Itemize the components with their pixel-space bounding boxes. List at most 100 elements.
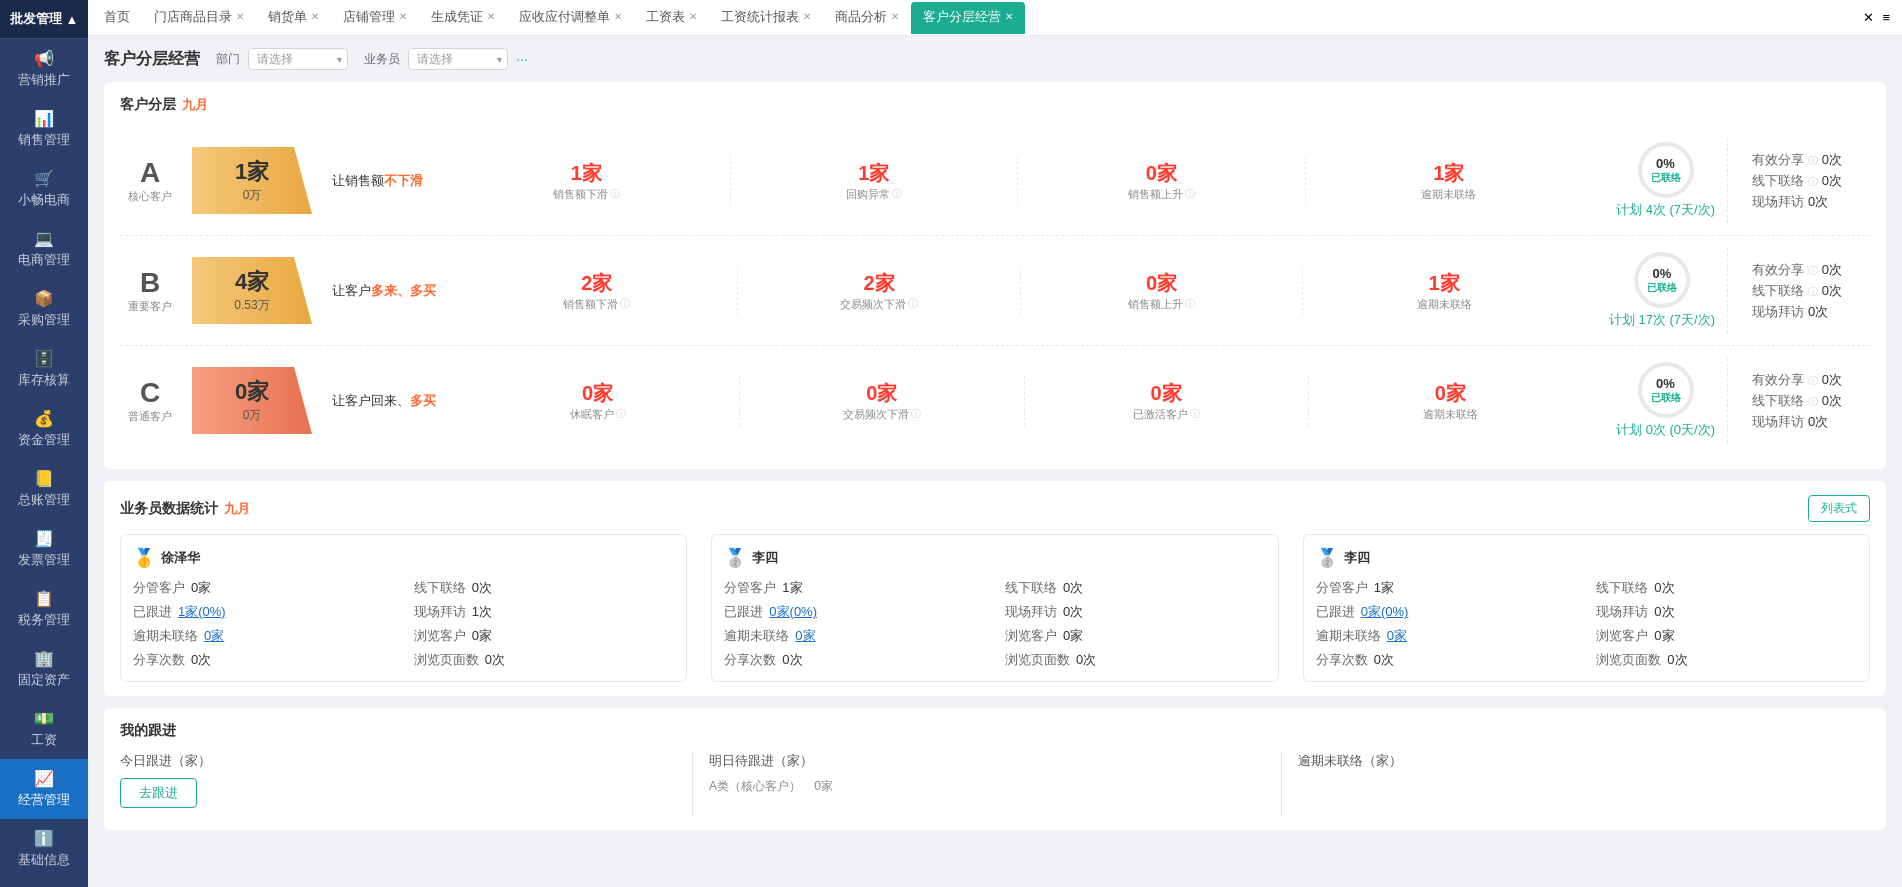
stat-count: 0家 [1146,270,1177,297]
tab-store-manage[interactable]: 店铺管理 ✕ [331,2,419,34]
tier-stat-2-3: 0家 逾期未联络 [1309,376,1592,426]
tab-label: 生成凭证 [431,8,483,26]
tier-circle-1: 0% 已联络 计划 17次 (7天/次) [1597,248,1728,333]
tier-chart-1: 4家 0.53万 [192,248,312,333]
person-stat-val[interactable]: 0家(0%) [1361,603,1409,621]
caigou-icon: 📦 [34,289,54,308]
person-stat-2-3: 现场拜访 0次 [1596,603,1857,621]
tab-label: 首页 [104,8,130,26]
tab-close-icon[interactable]: ✕ [399,11,407,22]
plan-link[interactable]: 计划 0次 (0天/次) [1616,422,1715,437]
person-stat-val[interactable]: 0家 [204,627,224,645]
sidebar-item-zijin[interactable]: 💰资金管理 [0,399,88,459]
person-stat-val[interactable]: 1家(0%) [178,603,226,621]
tab-close-icon[interactable]: ✕ [891,11,899,22]
sidebar-item-gongzi[interactable]: 💵工资 [0,699,88,759]
tab-close-icon[interactable]: ✕ [1005,11,1013,22]
person-name-2: 李四 [1344,549,1370,567]
tab-close-icon[interactable]: ✕ [236,11,244,22]
dianshang-icon: 💻 [34,229,54,248]
sidebar-item-jichu[interactable]: ℹ️基础信息 [0,819,88,879]
tab-salary-stats[interactable]: 工资统计报表✕ [709,2,823,34]
tab-label: 销货单 [268,8,307,26]
tier-stat-0-0: 1家 销售额下滑ⓘ [443,156,731,206]
tab-voucher[interactable]: 生成凭证 ✕ [419,2,507,34]
info-icon: ⓘ [1808,155,1818,166]
person-stats-grid-0: 分管客户 0家 线下联络 0次 已跟进 1家(0%) 现场拜访 1次 逾期未联络… [133,579,674,669]
plan-link[interactable]: 计划 17次 (7天/次) [1609,312,1715,327]
tier-name: 普通客户 [128,409,172,424]
info-icon: ⓘ [1185,187,1195,201]
tier-amount: 0万 [206,407,298,424]
tier-label-A: A 核心客户 [120,138,180,223]
sidebar-item-zongzhang[interactable]: 📒总账管理 [0,459,88,519]
sidebar-item-kucun[interactable]: 🗄️库存核算 [0,339,88,399]
staff-select[interactable]: 请选择 [408,48,508,70]
info-icon: ⓘ [911,407,921,421]
plan-link[interactable]: 计划 4次 (7天/次) [1616,202,1715,217]
dept-select[interactable]: 请选择 [248,48,348,70]
sidebar-item-shuiwu[interactable]: 📋税务管理 [0,579,88,639]
tier-chart-0: 1家 0万 [192,138,312,223]
tab-close-icon[interactable]: ✕ [614,11,622,22]
followup-tomorrow-sub: A类（核心客户） 0家 [709,778,1265,795]
person-card-1: 🥈 李四 分管客户 1家 线下联络 0次 已跟进 0家(0%) 现场拜访 0次 … [711,534,1278,682]
close-all-tabs-btn[interactable]: ✕ [1863,10,1874,25]
tier-bar: 1家 0万 [192,147,312,214]
sidebar-item-gudingzichan[interactable]: 🏢固定资产 [0,639,88,699]
tab-close-icon[interactable]: ✕ [487,11,495,22]
tab-sales-order[interactable]: 销货单 ✕ [256,2,331,34]
circle-inner: 0% 已联络 [1651,376,1681,405]
circle-plan: 计划 4次 (7天/次) [1616,201,1715,219]
info-icon: ⓘ [1808,375,1818,386]
sidebar-item-xiaodian[interactable]: 🛒小畅电商 [0,159,88,219]
circle-plan: 计划 17次 (7天/次) [1609,311,1715,329]
tab-close-icon[interactable]: ✕ [803,11,811,22]
tier-amount: 0.53万 [206,297,298,314]
person-stat-val[interactable]: 0家 [795,627,815,645]
person-stat-val: 0次 [782,651,802,669]
sidebar-item-fapiao[interactable]: 🧾发票管理 [0,519,88,579]
circle-percent: 0% [1651,376,1681,391]
tab-label: 店铺管理 [343,8,395,26]
tab-customer-tier[interactable]: 客户分层经营✕ [911,2,1025,34]
sidebar-item-xitong[interactable]: ⚙️系统管理 [0,879,88,887]
person-stat-val: 0次 [1063,579,1083,597]
tab-close-icon[interactable]: ✕ [311,11,319,22]
tier-desc-0: 让销售额不下滑 [324,138,431,223]
sidebar-item-label: 固定资产 [18,671,70,689]
tab-close-icon[interactable]: ✕ [689,11,697,22]
tier-stat-2-1: 0家 交易频次下滑ⓘ [740,376,1024,426]
more-tabs-btn[interactable]: ≡ [1882,10,1890,25]
stat-count: 1家 [858,160,889,187]
sidebar-item-yingxiao[interactable]: 📢营销推广 [0,39,88,99]
sidebar-toggle-icon[interactable]: ▲ [66,12,79,27]
stat-count: 0家 [866,380,897,407]
sidebar-item-caigou[interactable]: 📦 采购管理 [0,279,88,339]
person-stat-val[interactable]: 0家 [1387,627,1407,645]
info-icon: ⓘ [610,187,620,201]
tier-row-a: A 核心客户 1家 0万 让销售额不下滑 1家 销售额下滑ⓘ 1家 回购异常ⓘ … [120,126,1870,236]
tab-product-analysis[interactable]: 商品分析 ✕ [823,2,911,34]
sidebar-title[interactable]: 批发管理 ▲ [0,0,88,39]
circle-inner: 0% 已联络 [1651,156,1681,185]
list-view-btn[interactable]: 列表式 [1808,495,1870,522]
person-stat-val[interactable]: 0家(0%) [769,603,817,621]
sidebar-item-label: 采购管理 [18,311,70,329]
tier-count: 1家 [206,157,298,187]
tab-store-products[interactable]: 门店商品目录✕ [142,2,256,34]
right-stat-2-2: 现场拜访 0次 [1752,413,1858,431]
tab-home[interactable]: 首页 [92,2,142,34]
go-followup-btn[interactable]: 去跟进 [120,778,197,808]
sidebar-item-dianshang[interactable]: 💻电商管理 [0,219,88,279]
content-area: 客户分层经营 部门 请选择 业务员 请选择 ··· [88,36,1902,887]
tab-receivable[interactable]: 应收应付调整单✕ [507,2,634,34]
more-filter-btn[interactable]: ··· [516,51,528,67]
tier-amount: 0万 [206,187,298,204]
tab-label: 商品分析 [835,8,887,26]
sidebar-item-jingying[interactable]: 📈经营管理 [0,759,88,819]
xiaodian-icon: 🛒 [34,169,54,188]
stat-label: 逾期未联络 [1417,297,1472,312]
tab-salary-table[interactable]: 工资表✕ [634,2,709,34]
sidebar-item-xiaoshou[interactable]: 📊销售管理 [0,99,88,159]
